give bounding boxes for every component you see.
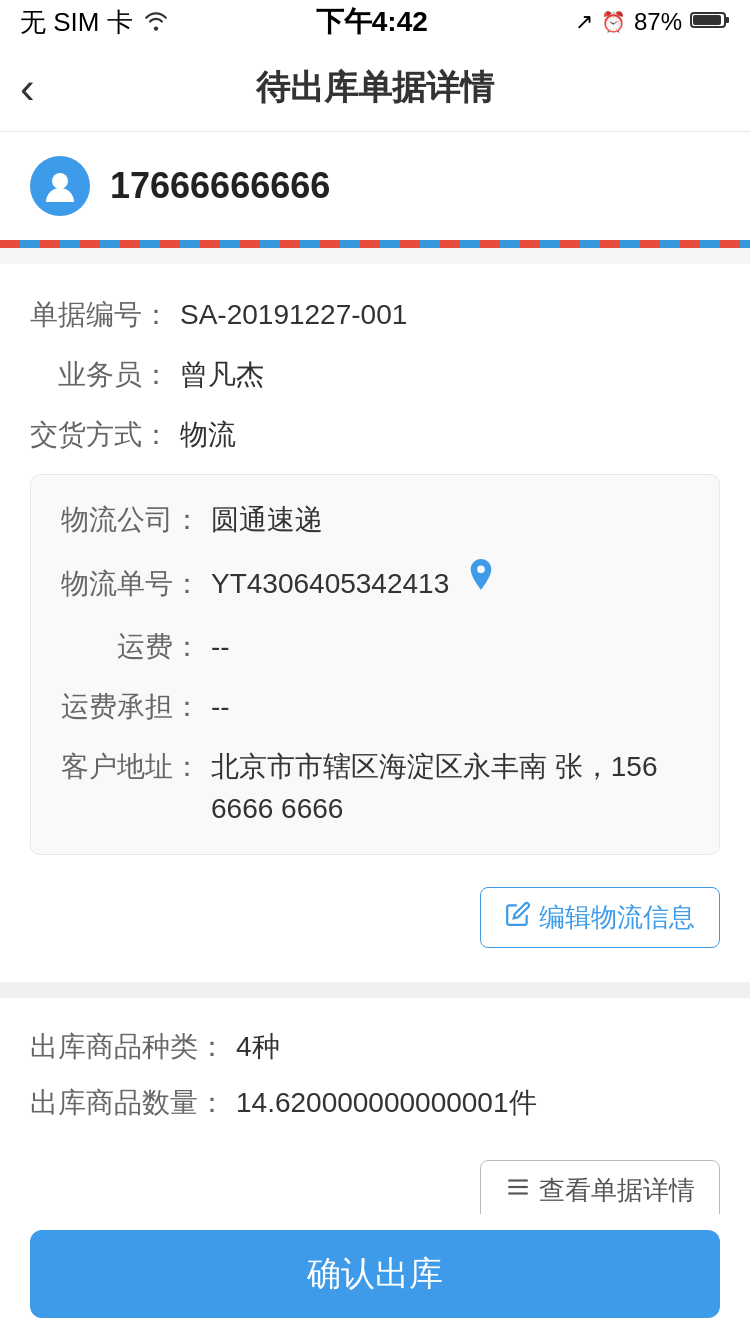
svg-rect-2 — [693, 15, 721, 25]
svg-point-3 — [52, 173, 68, 189]
address-row: 客户地址： 北京市市辖区海淀区永丰南 张，156 6666 6666 — [61, 746, 689, 830]
freight-bear-value: -- — [211, 686, 689, 728]
decorative-border — [0, 240, 750, 248]
battery-text: 87% — [634, 8, 682, 36]
freight-bear-row: 运费承担： -- — [61, 686, 689, 728]
customer-phone: 17666666666 — [110, 165, 330, 207]
section-divider — [0, 982, 750, 998]
tracking-row: 物流单号： YT43064053424​13 — [61, 559, 689, 608]
salesman-row: 业务员： 曾凡杰 — [30, 354, 720, 396]
order-info-section: 单据编号： SA-20191227-001 业务员： 曾凡杰 交货方式： 物流 … — [0, 264, 750, 982]
alarm-icon: ⏰ — [601, 10, 626, 34]
nav-bar: ‹ 待出库单据详情 — [0, 44, 750, 132]
logistics-card: 物流公司： 圆通速递 物流单号： YT43064053424​13 运费： --… — [30, 474, 720, 855]
address-value: 北京市市辖区海淀区永丰南 张，156 6666 6666 — [211, 746, 689, 830]
status-left: 无 SIM 卡 — [20, 5, 169, 40]
back-icon: ‹ — [20, 66, 35, 110]
freight-label: 运费： — [61, 626, 201, 668]
goods-quantity-value: 14.620000000000001件 — [236, 1084, 537, 1122]
confirm-outbound-button[interactable]: 确认出库 — [30, 1230, 720, 1318]
logistics-company-label: 物流公司： — [61, 499, 201, 541]
salesman-value: 曾凡杰 — [180, 354, 720, 396]
goods-types-label: 出库商品种类： — [30, 1028, 226, 1066]
view-detail-button[interactable]: 查看单据详情 — [480, 1160, 720, 1221]
freight-row: 运费： -- — [61, 626, 689, 668]
confirm-btn-wrapper: 确认出库 — [0, 1214, 750, 1334]
tracking-label: 物流单号： — [61, 563, 201, 605]
tracking-number: YT43064053424​13 — [211, 563, 449, 605]
battery-icon — [690, 8, 730, 36]
carrier-text: 无 SIM 卡 — [20, 5, 133, 40]
goods-quantity-label: 出库商品数量： — [30, 1084, 226, 1122]
goods-quantity-row: 出库商品数量： 14.620000000000001件 — [30, 1084, 720, 1122]
delivery-label: 交货方式： — [30, 414, 170, 456]
delivery-value: 物流 — [180, 414, 720, 456]
location-pin-icon[interactable] — [465, 559, 497, 608]
wifi-icon — [143, 7, 169, 38]
edit-icon — [505, 901, 531, 934]
goods-types-row: 出库商品种类： 4种 — [30, 1028, 720, 1066]
customer-header: 17666666666 — [0, 132, 750, 240]
edit-logistics-button[interactable]: 编辑物流信息 — [480, 887, 720, 948]
freight-bear-label: 运费承担： — [61, 686, 201, 728]
logistics-company-value: 圆通速递 — [211, 499, 689, 541]
goods-types-value: 4种 — [236, 1028, 280, 1066]
order-no-row: 单据编号： SA-20191227-001 — [30, 294, 720, 336]
edit-logistics-label: 编辑物流信息 — [539, 900, 695, 935]
avatar — [30, 156, 90, 216]
svg-rect-1 — [725, 17, 729, 23]
status-bar: 无 SIM 卡 下午4:42 ↗ ⏰ 87% — [0, 0, 750, 44]
confirm-btn-label: 确认出库 — [307, 1251, 443, 1297]
view-detail-label: 查看单据详情 — [539, 1173, 695, 1208]
location-icon: ↗ — [575, 9, 593, 35]
edit-btn-row: 编辑物流信息 — [30, 871, 720, 952]
logistics-company-row: 物流公司： 圆通速递 — [61, 499, 689, 541]
order-no-value: SA-20191227-001 — [180, 294, 720, 336]
page-title: 待出库单据详情 — [256, 65, 494, 111]
salesman-label: 业务员： — [30, 354, 170, 396]
view-detail-row: 查看单据详情 — [30, 1140, 720, 1225]
address-label: 客户地址： — [61, 746, 201, 788]
back-button[interactable]: ‹ — [20, 66, 35, 110]
order-no-label: 单据编号： — [30, 294, 170, 336]
time-text: 下午4:42 — [316, 3, 428, 41]
status-right: ↗ ⏰ 87% — [575, 8, 730, 36]
list-icon — [505, 1174, 531, 1207]
delivery-row: 交货方式： 物流 — [30, 414, 720, 456]
freight-value: -- — [211, 626, 689, 668]
